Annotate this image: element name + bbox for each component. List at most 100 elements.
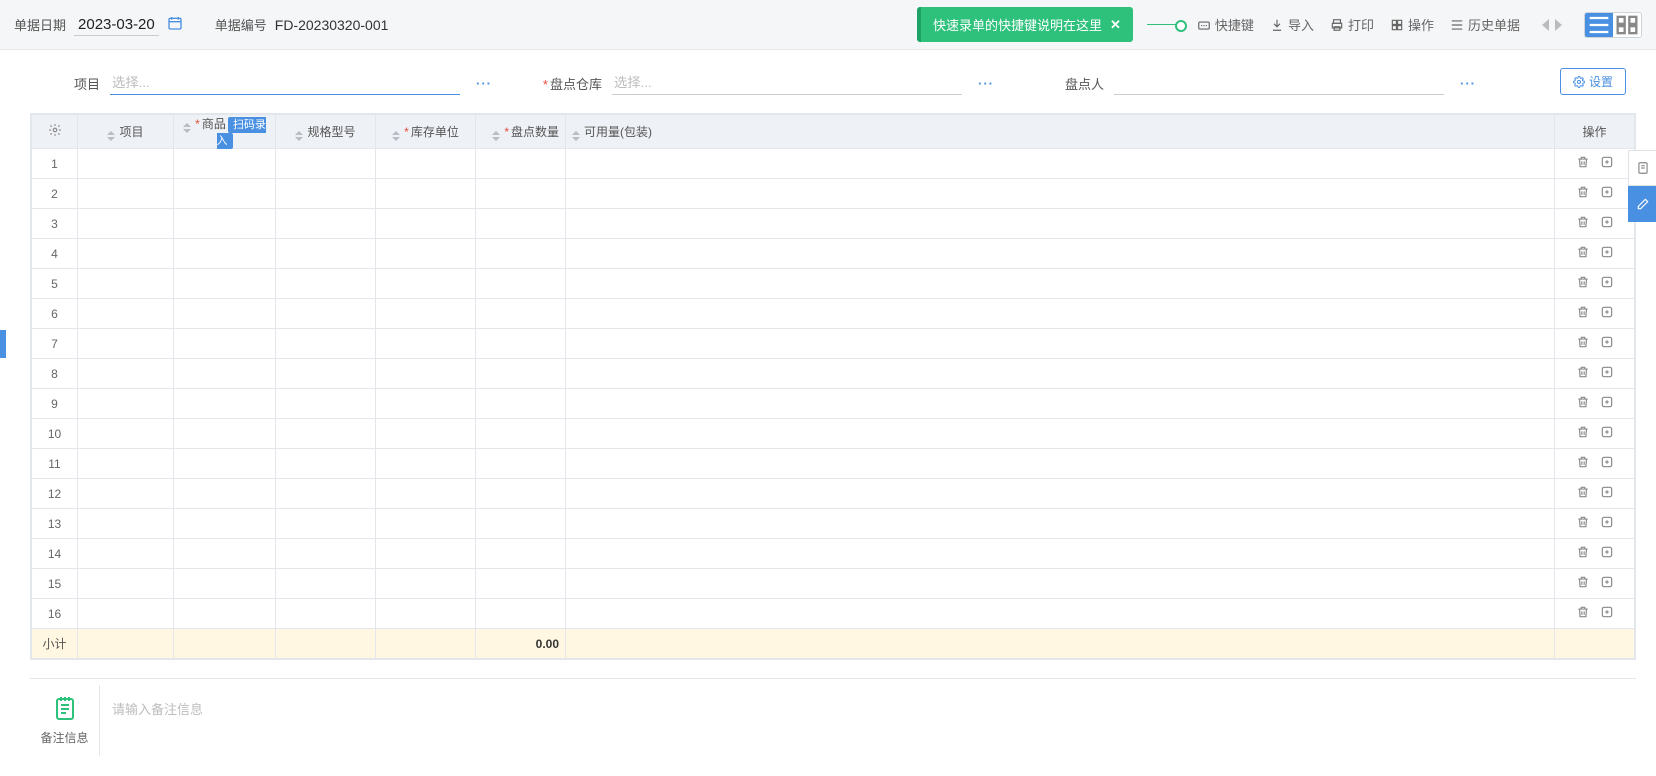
cell-spec[interactable] [276, 329, 376, 359]
calendar-icon[interactable] [167, 15, 183, 34]
cell-avail[interactable] [566, 449, 1555, 479]
delete-row-icon[interactable] [1576, 335, 1590, 352]
insert-row-icon[interactable] [1600, 545, 1614, 562]
col-qty[interactable]: *盘点数量 [476, 115, 566, 149]
cell-spec[interactable] [276, 179, 376, 209]
cell-unit[interactable] [376, 209, 476, 239]
cell-project[interactable] [78, 509, 174, 539]
insert-row-icon[interactable] [1600, 245, 1614, 262]
close-icon[interactable]: ✕ [1110, 17, 1121, 33]
cell-unit[interactable] [376, 239, 476, 269]
cell-project[interactable] [78, 299, 174, 329]
cell-spec[interactable] [276, 359, 376, 389]
cell-qty[interactable] [476, 419, 566, 449]
cell-project[interactable] [78, 269, 174, 299]
cell-qty[interactable] [476, 149, 566, 179]
cell-qty[interactable] [476, 479, 566, 509]
cell-qty[interactable] [476, 509, 566, 539]
cell-spec[interactable] [276, 389, 376, 419]
table-row[interactable]: 7 [32, 329, 1635, 359]
table-row[interactable]: 4 [32, 239, 1635, 269]
next-page-icon[interactable] [1555, 19, 1562, 31]
delete-row-icon[interactable] [1576, 515, 1590, 532]
cell-project[interactable] [78, 239, 174, 269]
delete-row-icon[interactable] [1576, 575, 1590, 592]
cell-goods[interactable] [174, 269, 276, 299]
insert-row-icon[interactable] [1600, 275, 1614, 292]
date-value[interactable]: 2023-03-20 [74, 14, 159, 36]
cell-project[interactable] [78, 539, 174, 569]
insert-row-icon[interactable] [1600, 365, 1614, 382]
cell-spec[interactable] [276, 449, 376, 479]
table-row[interactable]: 11 [32, 449, 1635, 479]
view-list-icon[interactable] [1585, 13, 1613, 37]
cell-project[interactable] [78, 329, 174, 359]
table-row[interactable]: 2 [32, 179, 1635, 209]
cell-avail[interactable] [566, 269, 1555, 299]
cell-avail[interactable] [566, 239, 1555, 269]
cell-avail[interactable] [566, 479, 1555, 509]
table-row[interactable]: 1 [32, 149, 1635, 179]
cell-unit[interactable] [376, 359, 476, 389]
col-project[interactable]: 项目 [78, 115, 174, 149]
cell-spec[interactable] [276, 299, 376, 329]
cell-qty[interactable] [476, 329, 566, 359]
cell-qty[interactable] [476, 209, 566, 239]
col-goods[interactable]: *商品扫码录入 [174, 115, 276, 149]
cell-project[interactable] [78, 419, 174, 449]
delete-row-icon[interactable] [1576, 305, 1590, 322]
print-button[interactable]: 打印 [1330, 15, 1374, 34]
cell-goods[interactable] [174, 209, 276, 239]
cell-goods[interactable] [174, 389, 276, 419]
cell-project[interactable] [78, 389, 174, 419]
cell-avail[interactable] [566, 569, 1555, 599]
cell-project[interactable] [78, 209, 174, 239]
cell-avail[interactable] [566, 329, 1555, 359]
delete-row-icon[interactable] [1576, 455, 1590, 472]
cell-avail[interactable] [566, 419, 1555, 449]
insert-row-icon[interactable] [1600, 455, 1614, 472]
insert-row-icon[interactable] [1600, 485, 1614, 502]
delete-row-icon[interactable] [1576, 425, 1590, 442]
table-row[interactable]: 16 [32, 599, 1635, 629]
insert-row-icon[interactable] [1600, 335, 1614, 352]
delete-row-icon[interactable] [1576, 245, 1590, 262]
cell-qty[interactable] [476, 239, 566, 269]
table-row[interactable]: 15 [32, 569, 1635, 599]
delete-row-icon[interactable] [1576, 365, 1590, 382]
insert-row-icon[interactable] [1600, 155, 1614, 172]
cell-project[interactable] [78, 599, 174, 629]
cell-unit[interactable] [376, 599, 476, 629]
delete-row-icon[interactable] [1576, 545, 1590, 562]
cell-spec[interactable] [276, 569, 376, 599]
delete-row-icon[interactable] [1576, 485, 1590, 502]
cell-spec[interactable] [276, 419, 376, 449]
cell-qty[interactable] [476, 179, 566, 209]
insert-row-icon[interactable] [1600, 395, 1614, 412]
table-row[interactable]: 6 [32, 299, 1635, 329]
col-unit[interactable]: *库存单位 [376, 115, 476, 149]
insert-row-icon[interactable] [1600, 575, 1614, 592]
cell-spec[interactable] [276, 269, 376, 299]
cell-avail[interactable] [566, 389, 1555, 419]
cell-spec[interactable] [276, 479, 376, 509]
cell-goods[interactable] [174, 419, 276, 449]
table-row[interactable]: 13 [32, 509, 1635, 539]
cell-project[interactable] [78, 449, 174, 479]
import-button[interactable]: 导入 [1270, 15, 1314, 34]
project-more-icon[interactable]: ··· [476, 76, 492, 91]
table-row[interactable]: 9 [32, 389, 1635, 419]
settings-button[interactable]: 设置 [1560, 68, 1626, 95]
cell-unit[interactable] [376, 419, 476, 449]
side-tab-edit[interactable] [1628, 186, 1656, 222]
cell-spec[interactable] [276, 239, 376, 269]
checker-input[interactable] [1114, 71, 1444, 95]
cell-spec[interactable] [276, 599, 376, 629]
cell-unit[interactable] [376, 509, 476, 539]
cell-qty[interactable] [476, 449, 566, 479]
table-row[interactable]: 5 [32, 269, 1635, 299]
table-row[interactable]: 10 [32, 419, 1635, 449]
delete-row-icon[interactable] [1576, 215, 1590, 232]
view-card-icon[interactable] [1613, 13, 1641, 37]
prev-page-icon[interactable] [1542, 19, 1549, 31]
